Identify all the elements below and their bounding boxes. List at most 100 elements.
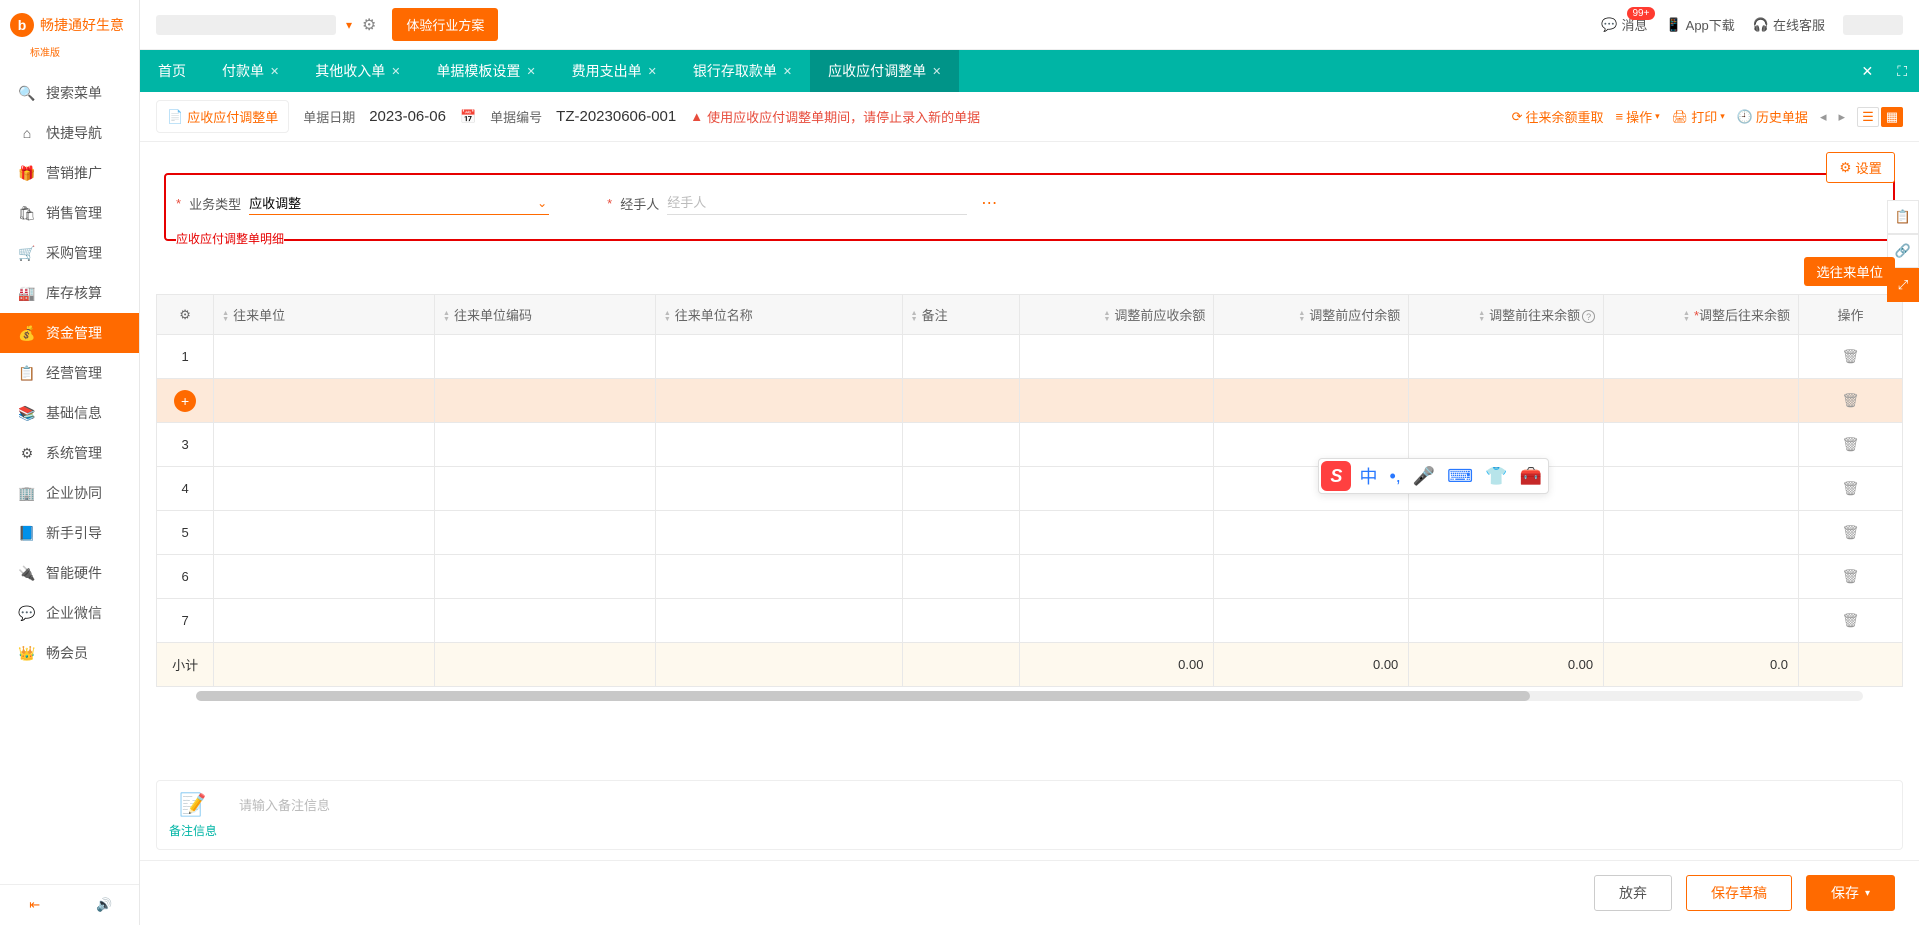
delete-icon[interactable]: 🗑	[1842, 480, 1860, 496]
sidebar-item-purchase[interactable]: 🛒采购管理	[0, 233, 139, 273]
abandon-button[interactable]: 放弃	[1594, 875, 1672, 911]
service-button[interactable]: 🎧在线客服	[1753, 15, 1825, 34]
sidebar-item-sales[interactable]: 🛍销售管理	[0, 193, 139, 233]
close-icon[interactable]: ✕	[932, 65, 941, 78]
ime-toolbox-icon[interactable]: 🧰	[1516, 464, 1546, 489]
sidebar-item-inventory[interactable]: 🏭库存核算	[0, 273, 139, 313]
tab-adjustment[interactable]: 应收应付调整单✕	[810, 50, 959, 92]
table-row[interactable]: 1 🗑	[157, 335, 1903, 379]
save-button[interactable]: 保存▾	[1806, 875, 1895, 911]
message-badge: 99+	[1627, 7, 1656, 20]
chevron-down-icon[interactable]: ⌄	[537, 196, 547, 210]
rail-note-btn[interactable]: 📋	[1887, 200, 1919, 234]
view-list-btn[interactable]: ☰	[1857, 107, 1879, 127]
column-bal-pay[interactable]: ▲▼调整前应付余额	[1214, 295, 1409, 335]
prev-icon[interactable]: ◂	[1820, 109, 1827, 125]
delete-icon[interactable]: 🗑	[1842, 612, 1860, 628]
horizontal-scrollbar[interactable]	[196, 691, 1863, 701]
table-row[interactable]: 6 🗑	[157, 555, 1903, 599]
sidebar-item-guide[interactable]: 📘新手引导	[0, 513, 139, 553]
column-bal-recv[interactable]: ▲▼调整前应收余额	[1019, 295, 1214, 335]
sidebar-item-baseinfo[interactable]: 📚基础信息	[0, 393, 139, 433]
recycle-button[interactable]: ⟳往来余额重取	[1512, 107, 1604, 126]
handler-input[interactable]	[667, 191, 967, 215]
ime-keyboard-icon[interactable]: ⌨	[1443, 464, 1477, 489]
close-icon[interactable]: ✕	[270, 65, 279, 78]
column-bal-after[interactable]: ▲▼*调整后往来余额	[1604, 295, 1799, 335]
ime-toolbar[interactable]: S 中 •, 🎤 ⌨ 👕 🧰	[1318, 458, 1549, 494]
close-icon[interactable]: ✕	[648, 65, 657, 78]
delete-icon[interactable]: 🗑	[1842, 568, 1860, 584]
column-unit-name[interactable]: ▲▼往来单位名称	[655, 295, 902, 335]
biz-type-field[interactable]: * 业务类型 ⌄	[176, 191, 547, 215]
tab-home[interactable]: 首页	[140, 50, 204, 92]
sidebar-item-wechat[interactable]: 💬企业微信	[0, 593, 139, 633]
column-gear[interactable]: ⚙	[157, 295, 214, 335]
sidebar-sound-btn[interactable]: 🔊	[70, 885, 140, 925]
ime-mic-icon[interactable]: 🎤	[1409, 464, 1439, 489]
table-row[interactable]: 7 🗑	[157, 599, 1903, 643]
operate-button[interactable]: ≡操作▾	[1616, 107, 1660, 126]
company-selector[interactable]: ▾	[156, 15, 352, 35]
sidebar-item-system[interactable]: ⚙系统管理	[0, 433, 139, 473]
tab-expense[interactable]: 费用支出单✕	[554, 50, 675, 92]
logo[interactable]: b 畅捷通好生意	[0, 0, 139, 50]
sidebar-collapse-btn[interactable]: ⇤	[0, 885, 70, 925]
tab-payment[interactable]: 付款单✕	[204, 50, 297, 92]
close-icon[interactable]: ✕	[783, 65, 792, 78]
sidebar-footer: ⇤ 🔊	[0, 884, 139, 925]
more-icon[interactable]: ⋯	[981, 193, 997, 213]
print-button[interactable]: 🖨打印▾	[1672, 107, 1725, 126]
help-icon[interactable]: ?	[1582, 310, 1595, 323]
table-row[interactable]: 5 🗑	[157, 511, 1903, 555]
delete-icon[interactable]: 🗑	[1842, 524, 1860, 540]
history-button[interactable]: 🕘历史单据	[1737, 107, 1808, 126]
column-bal-prev[interactable]: ▲▼调整前往来余额?	[1409, 295, 1604, 335]
user-avatar[interactable]	[1843, 15, 1903, 35]
experience-button[interactable]: 体验行业方案	[392, 8, 498, 41]
close-icon[interactable]: ✕	[391, 65, 400, 78]
view-card-btn[interactable]: ▦	[1881, 107, 1903, 127]
tab-fullscreen[interactable]: ⛶	[1885, 63, 1919, 80]
column-unit[interactable]: ▲▼往来单位	[214, 295, 435, 335]
add-row-button[interactable]: +	[174, 390, 196, 412]
delete-icon[interactable]: 🗑	[1842, 392, 1860, 408]
tab-bank[interactable]: 银行存取款单✕	[675, 50, 810, 92]
table-row[interactable]: 3 🗑	[157, 423, 1903, 467]
sidebar-item-operation[interactable]: 📋经营管理	[0, 353, 139, 393]
calendar-icon[interactable]: 📅	[460, 109, 476, 125]
select-unit-button[interactable]: 选往来单位	[1804, 257, 1895, 286]
sidebar-item-member[interactable]: 👑畅会员	[0, 633, 139, 673]
tab-template[interactable]: 单据模板设置✕	[418, 50, 553, 92]
handler-field[interactable]: * 经手人 ⋯	[607, 191, 997, 215]
message-button[interactable]: 💬 消息 99+	[1601, 15, 1647, 34]
save-draft-button[interactable]: 保存草稿	[1686, 875, 1792, 911]
column-remark[interactable]: ▲▼备注	[902, 295, 1019, 335]
sidebar-item-finance[interactable]: 💰资金管理	[0, 313, 139, 353]
ime-skin-icon[interactable]: 👕	[1481, 464, 1511, 489]
settings-gear-icon[interactable]: ⚙	[362, 15, 376, 35]
sidebar-item-quicknav[interactable]: ⌂快捷导航	[0, 113, 139, 153]
ime-punct-icon[interactable]: •,	[1385, 464, 1404, 489]
column-unit-code[interactable]: ▲▼往来单位编码	[435, 295, 656, 335]
scrollbar-thumb[interactable]	[196, 691, 1530, 701]
table-row[interactable]: 4 🗑	[157, 467, 1903, 511]
sidebar-item-search[interactable]: 🔍搜索菜单	[0, 73, 139, 113]
sidebar-item-enterprise[interactable]: 🏢企业协同	[0, 473, 139, 513]
settings-button[interactable]: ⚙设置	[1826, 152, 1895, 183]
app-download-button[interactable]: 📱App下载	[1665, 15, 1734, 34]
tab-close-all[interactable]: ✕	[1849, 63, 1885, 80]
ime-lang[interactable]: 中	[1355, 461, 1381, 491]
delete-icon[interactable]: 🗑	[1842, 436, 1860, 452]
tab-other-income[interactable]: 其他收入单✕	[297, 50, 418, 92]
sidebar-item-hardware[interactable]: 🔌智能硬件	[0, 553, 139, 593]
table-row[interactable]: + 🗑	[157, 379, 1903, 423]
next-icon[interactable]: ▸	[1838, 109, 1845, 125]
biz-type-input[interactable]	[249, 191, 549, 215]
delete-icon[interactable]: 🗑	[1842, 348, 1860, 364]
close-icon[interactable]: ✕	[526, 65, 535, 78]
date-value[interactable]: 2023-06-06	[369, 108, 446, 125]
doc-type-tab[interactable]: 📄 应收应付调整单	[156, 100, 289, 133]
sidebar-item-marketing[interactable]: 🎁营销推广	[0, 153, 139, 193]
remark-input[interactable]	[229, 785, 1902, 845]
